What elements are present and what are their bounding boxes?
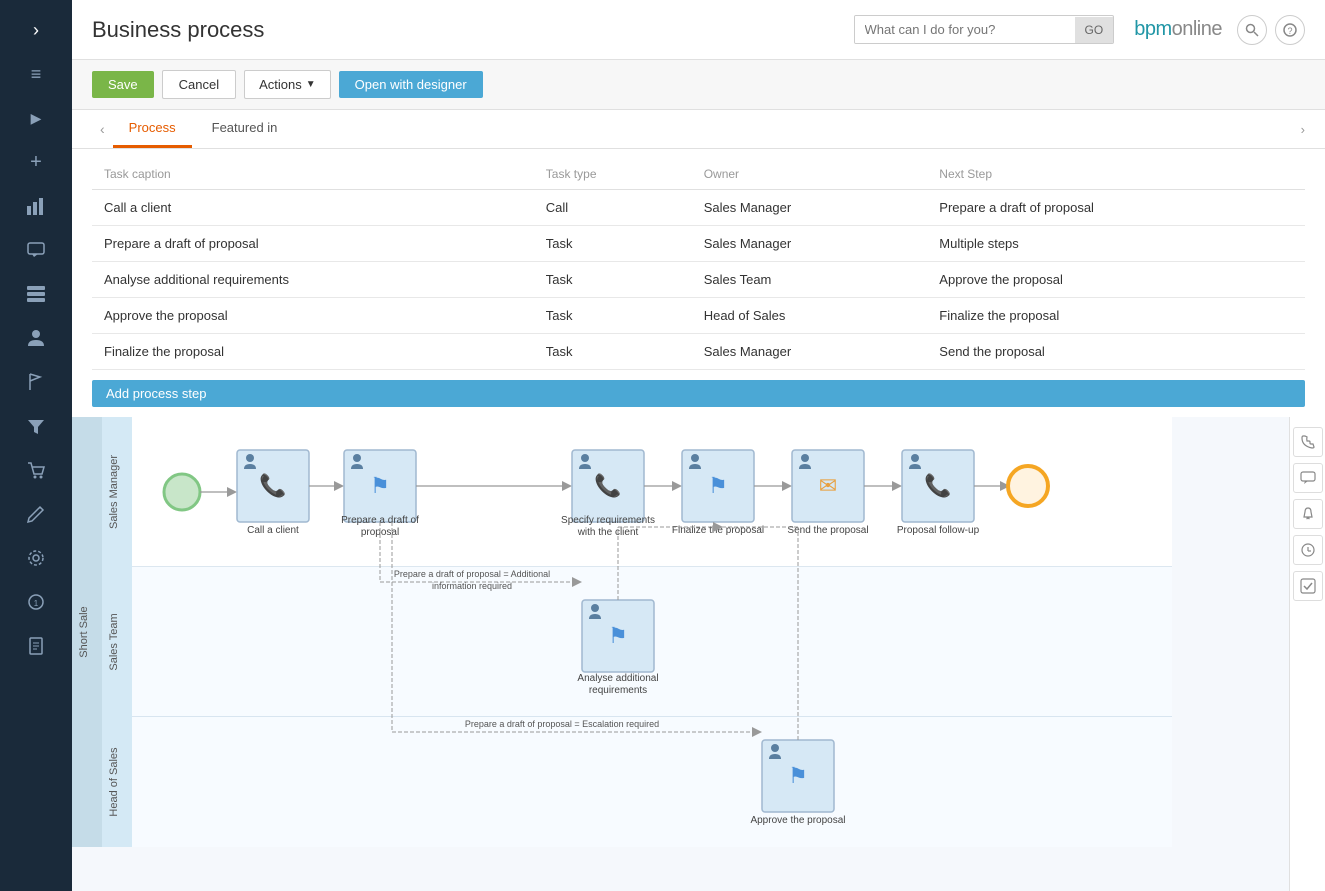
header: Business process GO bpmonline ? — [72, 0, 1325, 60]
col-caption: Task caption — [92, 159, 534, 190]
svg-text:Proposal follow-up: Proposal follow-up — [897, 525, 980, 536]
toolbar: Save Cancel Actions ▼ Open with designer — [72, 60, 1325, 110]
svg-text:Sales Manager: Sales Manager — [108, 455, 120, 529]
table-row[interactable]: Call a clientCallSales ManagerPrepare a … — [92, 190, 1305, 226]
diagram-area[interactable]: Short Sale Sales Manager Sales Team Head… — [72, 417, 1289, 891]
search-icon-btn[interactable] — [1237, 15, 1267, 45]
open-designer-button[interactable]: Open with designer — [339, 71, 483, 98]
svg-text:Short Sale: Short Sale — [78, 606, 90, 657]
svg-text:⚑: ⚑ — [708, 473, 728, 498]
svg-text:?: ? — [1287, 26, 1292, 36]
svg-text:Sales Team: Sales Team — [108, 613, 120, 670]
sidebar-icon-list2[interactable] — [16, 274, 56, 314]
svg-text:⚑: ⚑ — [788, 763, 808, 788]
table-row[interactable]: Analyse additional requirementsTaskSales… — [92, 262, 1305, 298]
svg-text:✉: ✉ — [819, 473, 837, 498]
sidebar-icon-edit[interactable] — [16, 494, 56, 534]
search-input[interactable] — [855, 16, 1075, 43]
svg-text:📞: 📞 — [594, 471, 622, 498]
sidebar-icon-menu[interactable]: ≡ — [16, 54, 56, 94]
col-owner: Owner — [692, 159, 928, 190]
actions-chevron-icon: ▼ — [306, 79, 316, 90]
sidebar-icon-filter[interactable] — [16, 406, 56, 446]
sidebar-icon-doc[interactable] — [16, 626, 56, 666]
svg-text:⚑: ⚑ — [370, 473, 390, 498]
tab-featured[interactable]: Featured in — [196, 110, 294, 148]
cancel-button[interactable]: Cancel — [162, 70, 236, 99]
svg-text:⚑: ⚑ — [608, 623, 628, 648]
diagram-wrapper: Short Sale Sales Manager Sales Team Head… — [72, 417, 1325, 891]
sidebar-icon-chat[interactable] — [16, 230, 56, 270]
sidebar-icon-person[interactable] — [16, 318, 56, 358]
svg-text:Send the proposal: Send the proposal — [787, 525, 868, 536]
sidebar-icon-play[interactable]: ▶ — [16, 98, 56, 138]
save-button[interactable]: Save — [92, 71, 154, 98]
content-area: Task caption Task type Owner Next Step C… — [72, 149, 1325, 891]
process-table: Task caption Task type Owner Next Step C… — [92, 159, 1305, 370]
tabs-right-arrow[interactable]: › — [1301, 122, 1305, 137]
svg-text:with the client: with the client — [577, 527, 639, 538]
sidebar-icon-chevron[interactable]: › — [16, 10, 56, 50]
page-title: Business process — [92, 17, 854, 43]
search-bar: GO — [854, 15, 1115, 44]
add-step-button[interactable]: Add process step — [92, 380, 1305, 407]
tab-process[interactable]: Process — [113, 110, 192, 148]
svg-text:Head of Sales: Head of Sales — [108, 747, 120, 817]
svg-text:Call a client: Call a client — [247, 525, 299, 536]
svg-text:📞: 📞 — [259, 471, 287, 498]
svg-text:Analyse additional: Analyse additional — [577, 673, 658, 684]
table-row[interactable]: Finalize the proposalTaskSales ManagerSe… — [92, 334, 1305, 370]
col-type: Task type — [534, 159, 692, 190]
left-sidebar: › ≡ ▶ + 1 — [0, 0, 72, 891]
right-check-icon[interactable] — [1293, 571, 1323, 601]
svg-text:Prepare a draft of proposal =: Prepare a draft of proposal = Additional — [394, 569, 550, 579]
sidebar-icon-badge[interactable]: 1 — [16, 582, 56, 622]
tabs-left-arrow[interactable]: ‹ — [92, 121, 113, 137]
svg-text:information required: information required — [432, 581, 512, 591]
diagram-svg: Short Sale Sales Manager Sales Team Head… — [72, 417, 1172, 847]
right-clock-icon[interactable] — [1293, 535, 1323, 565]
sidebar-icon-cart[interactable] — [16, 450, 56, 490]
right-comment-icon[interactable] — [1293, 463, 1323, 493]
svg-text:Prepare a draft of proposal =: Prepare a draft of proposal = Escalation… — [465, 719, 659, 729]
right-bell-icon[interactable] — [1293, 499, 1323, 529]
sidebar-icon-plus[interactable]: + — [16, 142, 56, 182]
right-sidebar — [1289, 417, 1325, 891]
tabs-bar: ‹ Process Featured in › — [72, 110, 1325, 149]
svg-text:requirements: requirements — [589, 685, 647, 696]
header-icons: ? — [1237, 15, 1305, 45]
sidebar-icon-chart[interactable] — [16, 186, 56, 226]
sidebar-icon-flag[interactable] — [16, 362, 56, 402]
svg-text:📞: 📞 — [924, 471, 952, 498]
table-row[interactable]: Prepare a draft of proposalTaskSales Man… — [92, 226, 1305, 262]
svg-text:1: 1 — [34, 599, 39, 608]
main-content: Business process GO bpmonline ? Save Can… — [72, 0, 1325, 891]
right-phone-icon[interactable] — [1293, 427, 1323, 457]
col-next: Next Step — [927, 159, 1305, 190]
actions-button[interactable]: Actions ▼ — [244, 70, 331, 99]
go-button[interactable]: GO — [1075, 17, 1114, 43]
help-icon-btn[interactable]: ? — [1275, 15, 1305, 45]
svg-text:Specify requirements: Specify requirements — [561, 515, 655, 526]
svg-text:Approve the proposal: Approve the proposal — [750, 815, 845, 826]
sidebar-icon-settings[interactable] — [16, 538, 56, 578]
logo: bpmonline — [1134, 18, 1222, 41]
table-row[interactable]: Approve the proposalTaskHead of SalesFin… — [92, 298, 1305, 334]
